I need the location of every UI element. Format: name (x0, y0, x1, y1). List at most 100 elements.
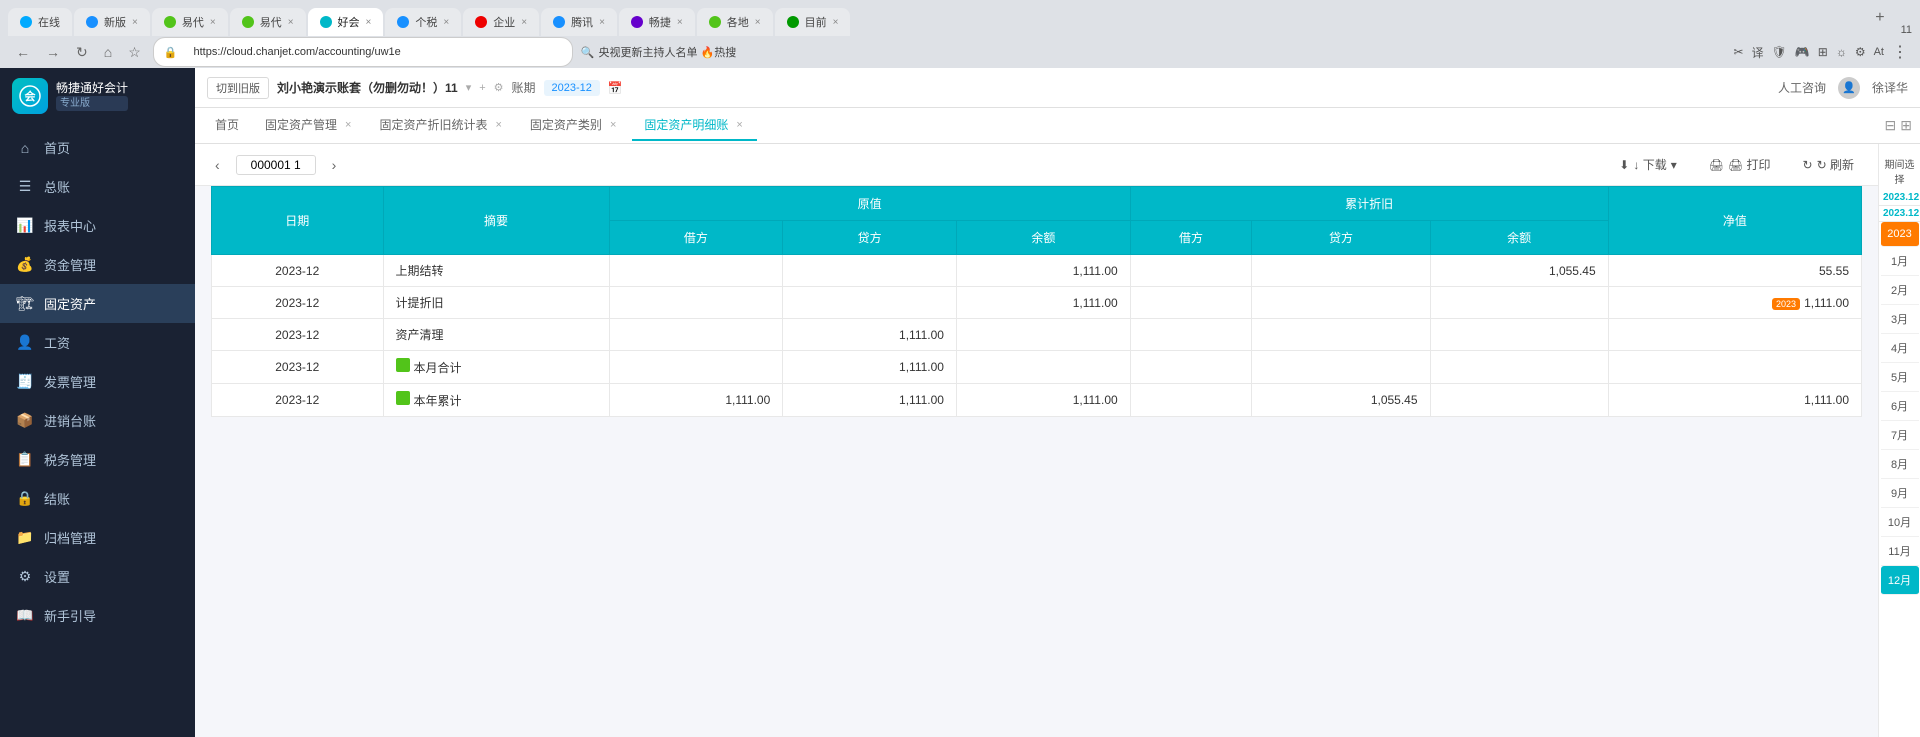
sidebar-item-home[interactable]: ⌂ 首页 (0, 128, 195, 167)
game-icon[interactable]: 🎮 (1795, 45, 1810, 59)
sidebar-item-fund[interactable]: 💰 资金管理 (0, 245, 195, 284)
period-month-2月[interactable]: 2月 (1881, 276, 1919, 305)
tab-close-t3[interactable]: × (210, 17, 216, 28)
period-month-3月[interactable]: 3月 (1881, 305, 1919, 334)
page-tab-label-pt2: 固定资产管理 (265, 116, 337, 133)
sidebar-logo: 会 畅捷通好会计 专业版 (0, 68, 195, 124)
sidebar-item-settings[interactable]: ⚙ 设置 (0, 557, 195, 596)
page-tab-pt4[interactable]: 固定资产类别× (518, 110, 630, 141)
browser-tab-t3[interactable]: 易代× (152, 8, 228, 36)
period-month-4月[interactable]: 4月 (1881, 334, 1919, 363)
sidebar-item-stock[interactable]: 📦 进销台账 (0, 401, 195, 440)
tab-close-t7[interactable]: × (521, 17, 527, 28)
period-month-9月[interactable]: 9月 (1881, 479, 1919, 508)
table-row: 2023-12计提折旧1,111.0020231,111.00 (212, 287, 1862, 319)
sidebar-item-archive[interactable]: 📁 归档管理 (0, 518, 195, 557)
sidebar-item-invoice[interactable]: 🧾 发票管理 (0, 362, 195, 401)
collapse-icon[interactable]: ⊟ (1885, 117, 1897, 134)
browser-tab-t10[interactable]: 各地× (697, 8, 773, 36)
add-account-button[interactable]: + (479, 82, 485, 94)
translate-icon[interactable]: 译 (1752, 44, 1764, 61)
refresh-button[interactable]: ↻ (72, 42, 92, 63)
browser-chrome: 在线新版×易代×易代×好会×个税×企业×腾讯×畅捷×各地×目前× + 11 ← … (0, 0, 1920, 68)
browser-tab-t7[interactable]: 企业× (463, 8, 539, 36)
tab-close-t10[interactable]: × (755, 17, 761, 28)
sidebar-item-salary[interactable]: 👤 工资 (0, 323, 195, 362)
new-tab-button[interactable]: + (1869, 9, 1890, 27)
page-tab-pt3[interactable]: 固定资产折旧统计表× (367, 110, 515, 141)
page-tab-close-pt2[interactable]: × (343, 119, 353, 131)
sidebar-item-fixed[interactable]: 🏗 固定资产 (0, 284, 195, 323)
browser-tab-t9[interactable]: 畅捷× (619, 8, 695, 36)
period-month-1月[interactable]: 1月 (1881, 247, 1919, 276)
browser-tab-t5[interactable]: 好会× (308, 8, 384, 36)
page-tab-close-pt5[interactable]: × (734, 119, 744, 131)
browser-tab-t6[interactable]: 个税 × (385, 8, 461, 36)
calendar-icon[interactable]: 📅 (608, 81, 623, 95)
content-area: ‹ 000001 1 › ⬇ ↓ 下载 ▾ 🖨 🖨 打印 (195, 144, 1920, 737)
home-button[interactable]: ⌂ (100, 42, 116, 62)
forward-button[interactable]: → (42, 42, 64, 62)
tab-close-t11[interactable]: × (833, 17, 839, 28)
settings-icon[interactable]: ⚙ (1855, 45, 1866, 59)
menu-icon[interactable]: ⋮ (1892, 42, 1908, 62)
nav-icon-invoice: 🧾 (16, 373, 34, 391)
download-button[interactable]: ⬇ ↓ 下载 ▾ (1611, 152, 1684, 177)
page-tab-pt5[interactable]: 固定资产明细账 × (632, 110, 756, 141)
dropdown-icon[interactable]: ▾ (466, 81, 472, 94)
cut-icon[interactable]: ✂ (1734, 45, 1744, 59)
settings-gear-icon[interactable]: ⚙ (494, 81, 504, 94)
page-tab-pt2[interactable]: 固定资产管理 × (253, 110, 365, 141)
address-input[interactable] (181, 40, 561, 64)
ledger-toolbar: ‹ 000001 1 › ⬇ ↓ 下载 ▾ 🖨 🖨 打印 (195, 144, 1878, 186)
sidebar-item-ledger[interactable]: ☰ 总账 (0, 167, 195, 206)
period-month-10月[interactable]: 10月 (1881, 508, 1919, 537)
sun-icon[interactable]: ☼ (1836, 45, 1847, 59)
bookmark-button[interactable]: ☆ (124, 42, 145, 63)
switch-version-button[interactable]: 切到旧版 (207, 77, 269, 99)
tab-close-t8[interactable]: × (599, 17, 605, 28)
page-tab-pt1[interactable]: 首页 (203, 110, 251, 141)
support-label[interactable]: 人工咨询 (1778, 79, 1826, 96)
tab-close-t4[interactable]: × (288, 17, 294, 28)
page-tab-close-pt4[interactable]: × (608, 119, 618, 131)
browser-tab-t1[interactable]: 在线 (8, 8, 72, 36)
next-page-button[interactable]: › (328, 157, 341, 173)
tab-close-t9[interactable]: × (677, 17, 683, 28)
expand-icon[interactable]: ⊞ (1900, 117, 1912, 134)
page-tab-close-pt3[interactable]: × (493, 119, 503, 131)
nav-label-fixed: 固定资产 (44, 294, 96, 313)
sidebar-item-close[interactable]: 🔒 结账 (0, 479, 195, 518)
download-dropdown-icon[interactable]: ▾ (1671, 158, 1677, 172)
period-month-12月[interactable]: 12月 (1881, 566, 1919, 595)
period-month-6月[interactable]: 6月 (1881, 392, 1919, 421)
tab-close-t6[interactable]: × (443, 17, 449, 28)
tab-favicon-t7 (475, 16, 487, 28)
period-month-7月[interactable]: 7月 (1881, 421, 1919, 450)
tab-label-t8: 腾讯 (571, 14, 593, 30)
print-button[interactable]: 🖨 🖨 打印 (1701, 152, 1779, 177)
browser-tab-t11[interactable]: 目前× (775, 8, 851, 36)
period-month-11月[interactable]: 11月 (1881, 537, 1919, 566)
browser-tab-t8[interactable]: 腾讯 × (541, 8, 617, 36)
back-button[interactable]: ← (12, 42, 34, 62)
page-tab-label-pt5: 固定资产明细账 (644, 116, 728, 133)
refresh-ledger-button[interactable]: ↻ ↻ 刷新 (1795, 152, 1862, 177)
grid-icon[interactable]: ⊞ (1818, 45, 1828, 59)
sidebar-item-report[interactable]: 📊 报表中心 (0, 206, 195, 245)
browser-tab-t2[interactable]: 新版× (74, 8, 150, 36)
period-month-5月[interactable]: 5月 (1881, 363, 1919, 392)
sidebar-item-guide[interactable]: 📖 新手引导 (0, 596, 195, 635)
tab-close-t5[interactable]: × (366, 17, 372, 28)
row-tag-green (396, 391, 410, 405)
browser-tab-t4[interactable]: 易代× (230, 8, 306, 36)
period-month-8月[interactable]: 8月 (1881, 450, 1919, 479)
nav-label-home: 首页 (44, 138, 70, 157)
sidebar-item-tax[interactable]: 📋 税务管理 (0, 440, 195, 479)
tab-close-t2[interactable]: × (132, 17, 138, 28)
shield-icon[interactable]: 🛡 (1772, 45, 1787, 59)
prev-page-button[interactable]: ‹ (211, 157, 224, 173)
period-month-2023[interactable]: 2023 (1881, 222, 1919, 247)
tab-label-t6: 个税 (415, 14, 437, 30)
nav-label-fund: 资金管理 (44, 255, 96, 274)
